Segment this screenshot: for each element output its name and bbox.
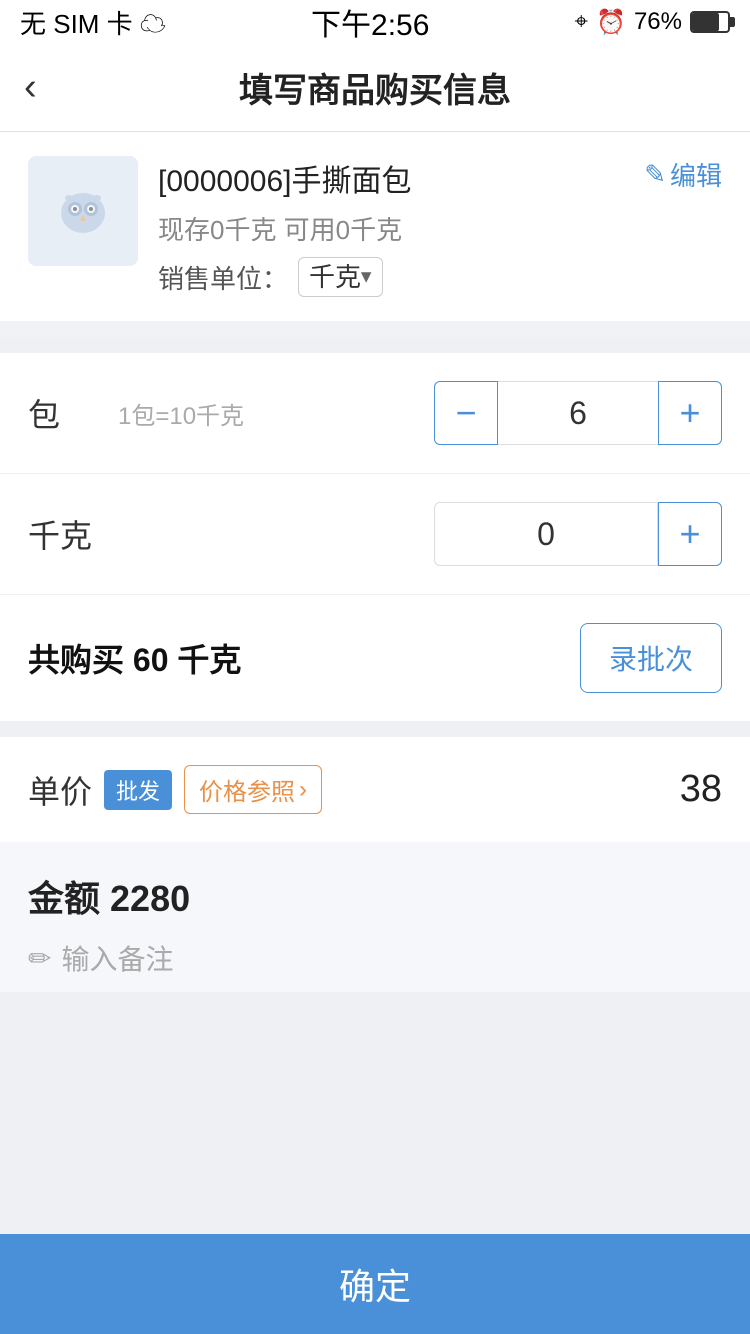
kilogram-input[interactable] [434,502,658,566]
remark-row[interactable]: ✏ 输入备注 [28,938,722,978]
amount-label: 金额 [28,878,100,919]
unit-label: 销售单位： [158,259,288,296]
package-row: 包 1包=10千克 − + [0,353,750,474]
edit-label: 编辑 [670,156,722,193]
total-section: 共购买 60 千克 录批次 [0,594,750,721]
divider-1 [0,337,750,353]
input-section: 包 1包=10千克 − + 千克 + [0,353,750,594]
total-amount: 60 [133,642,169,678]
unit-select[interactable]: 千克 [298,257,383,297]
remark-placeholder: 输入备注 [61,938,173,978]
alarm-icon: ⏰ [596,8,626,37]
nav-bar: ‹ 填写商品购买信息 [0,44,750,132]
kilogram-label: 千克 [28,511,108,557]
product-image [28,156,138,266]
edit-icon: ✎ [644,159,666,190]
amount-row: 金额 2280 [28,870,722,922]
battery-label: 76% [634,8,682,36]
total-text: 共购买 60 千克 [28,635,241,681]
product-section: [0000006]手撕面包 现存0千克 可用0千克 销售单位： 千克 ✎ 编辑 [0,132,750,321]
package-label: 包 [28,390,108,436]
product-name: [0000006]手撕面包 [158,156,722,200]
price-value: 38 [680,768,722,811]
product-stock: 现存0千克 可用0千克 [158,210,722,247]
kilogram-row: 千克 + [0,474,750,594]
amount-value: 2280 [110,878,190,919]
kilogram-stepper: + [434,502,722,566]
price-ref-button[interactable]: 价格参照 › [184,765,322,814]
batch-button[interactable]: 录批次 [580,623,722,693]
edit-button[interactable]: ✎ 编辑 [644,156,722,193]
price-ref-icon: › [299,776,307,804]
total-unit: 千克 [177,642,241,678]
status-time: 下午2:56 [311,0,429,44]
status-left: 无 SIM 卡 ☁ [20,4,166,41]
location-icon: ⌖ [575,8,589,36]
price-label: 单价 [28,767,92,813]
package-input[interactable] [498,381,658,445]
amount-section: 金额 2280 ✏ 输入备注 [0,842,750,992]
price-type-badge: 批发 [104,770,172,810]
status-bar: 无 SIM 卡 ☁ 下午2:56 ⌖ ⏰ 76% [0,0,750,44]
price-ref-label: 价格参照 [199,772,295,807]
spacer [0,992,750,1234]
kilogram-plus-button[interactable]: + [658,502,722,566]
package-hint: 1包=10千克 [118,396,434,431]
sim-label: 无 SIM 卡 ☁ [20,4,166,41]
product-unit-row: 销售单位： 千克 [158,257,722,297]
divider-2 [0,721,750,737]
package-plus-button[interactable]: + [658,381,722,445]
confirm-button[interactable]: 确定 [0,1234,750,1334]
remark-icon: ✏ [28,942,51,975]
unit-select-wrap[interactable]: 千克 [298,257,383,297]
price-left: 单价 批发 价格参照 › [28,765,322,814]
total-prefix: 共购买 [28,642,124,678]
back-button[interactable]: ‹ [24,66,37,109]
package-minus-button[interactable]: − [434,381,498,445]
product-logo-icon [53,181,113,241]
product-info: [0000006]手撕面包 现存0千克 可用0千克 销售单位： 千克 [158,156,722,297]
page-title: 填写商品购买信息 [239,63,511,112]
status-right: ⌖ ⏰ 76% [575,8,730,37]
package-stepper: − + [434,381,722,445]
battery-icon [690,11,730,33]
price-section: 单价 批发 价格参照 › 38 [0,737,750,842]
